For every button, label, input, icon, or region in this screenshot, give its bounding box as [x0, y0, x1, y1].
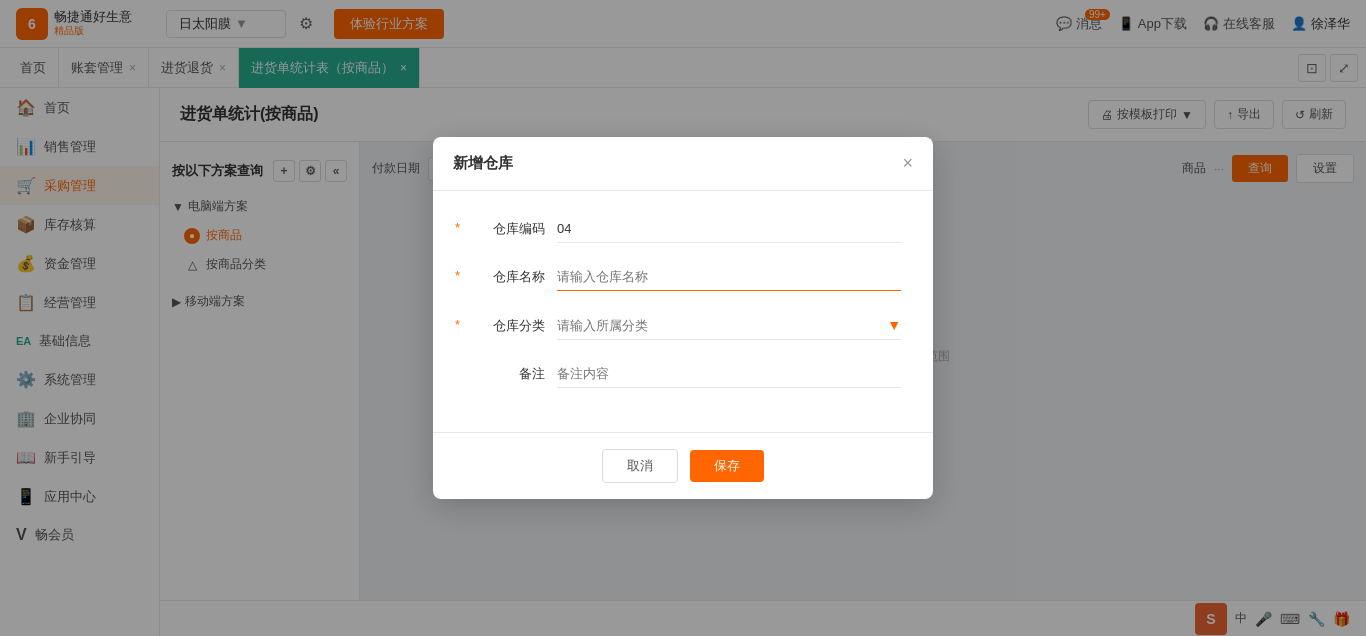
- category-label: 仓库分类: [465, 317, 545, 335]
- cancel-button[interactable]: 取消: [602, 449, 678, 483]
- form-row-category: 仓库分类 ▼: [465, 311, 901, 340]
- modal-close-button[interactable]: ×: [902, 153, 913, 174]
- note-label: 备注: [465, 365, 545, 383]
- category-input[interactable]: [557, 318, 887, 333]
- modal-body: 仓库编码 仓库名称 仓库分类 ▼ 备注: [433, 191, 933, 432]
- modal-title: 新增仓库: [453, 154, 513, 173]
- modal-header: 新增仓库 ×: [433, 137, 933, 191]
- add-warehouse-modal: 新增仓库 × 仓库编码 仓库名称 仓库分类 ▼: [433, 137, 933, 499]
- form-row-note: 备注: [465, 360, 901, 388]
- save-button[interactable]: 保存: [690, 450, 764, 482]
- modal-overlay: 新增仓库 × 仓库编码 仓库名称 仓库分类 ▼: [0, 0, 1366, 636]
- name-label: 仓库名称: [465, 268, 545, 286]
- code-input[interactable]: [557, 215, 901, 243]
- code-label: 仓库编码: [465, 220, 545, 238]
- category-select-row[interactable]: ▼: [557, 311, 901, 340]
- category-arrow-icon: ▼: [887, 317, 901, 333]
- form-row-name: 仓库名称: [465, 263, 901, 291]
- form-row-code: 仓库编码: [465, 215, 901, 243]
- modal-footer: 取消 保存: [433, 432, 933, 499]
- name-input[interactable]: [557, 263, 901, 291]
- note-input[interactable]: [557, 360, 901, 388]
